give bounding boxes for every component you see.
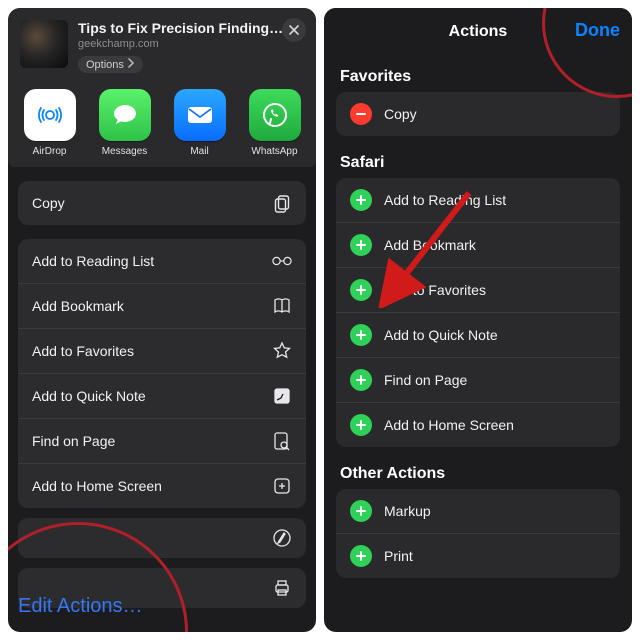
airdrop-icon xyxy=(24,89,76,141)
book-icon xyxy=(272,296,292,316)
add-icon[interactable] xyxy=(350,279,372,301)
safari-group: Add to Reading List Add Bookmark Add to … xyxy=(336,178,620,447)
action-label: Add to Reading List xyxy=(32,253,154,269)
whatsapp-icon xyxy=(249,89,301,141)
add-icon[interactable] xyxy=(350,500,372,522)
remove-icon[interactable] xyxy=(350,103,372,125)
share-apps-row: AirDrop Messages Mail WhatsApp xyxy=(8,81,316,167)
actions-title: Actions xyxy=(449,23,508,41)
share-sheet-panel: Tips to Fix Precision Finding… geekchamp… xyxy=(8,8,316,632)
safari-row-bookmark[interactable]: Add Bookmark xyxy=(336,222,620,267)
action-label: Add to Favorites xyxy=(32,343,134,359)
share-subtitle: geekchamp.com xyxy=(78,38,304,50)
addsquare-icon xyxy=(272,476,292,496)
find-icon xyxy=(272,431,292,451)
add-icon[interactable] xyxy=(350,189,372,211)
chevron-right-icon xyxy=(128,58,135,71)
messages-icon xyxy=(99,89,151,141)
share-action-quick-note[interactable]: Add to Quick Note xyxy=(18,373,306,418)
markup-icon xyxy=(272,528,292,548)
share-title: Tips to Fix Precision Finding… xyxy=(78,20,304,36)
page-thumbnail xyxy=(20,20,68,68)
options-label: Options xyxy=(86,59,124,71)
row-label: Find on Page xyxy=(384,372,467,388)
add-icon[interactable] xyxy=(350,324,372,346)
share-action-reading-list[interactable]: Add to Reading List xyxy=(18,239,306,283)
action-label: Add to Home Screen xyxy=(32,478,162,494)
share-app-label: AirDrop xyxy=(33,146,67,157)
share-app-label: Mail xyxy=(190,146,208,157)
action-label: Copy xyxy=(32,195,65,211)
share-action-find[interactable]: Find on Page xyxy=(18,418,306,463)
action-label: Add Bookmark xyxy=(32,298,124,314)
copy-icon xyxy=(272,193,292,213)
add-icon[interactable] xyxy=(350,545,372,567)
share-action-copy[interactable]: Copy xyxy=(18,181,306,225)
share-markup-group xyxy=(18,518,306,558)
share-app-mail[interactable]: Mail xyxy=(167,89,233,157)
share-action-bookmark[interactable]: Add Bookmark xyxy=(18,283,306,328)
share-app-label: WhatsApp xyxy=(251,146,297,157)
row-label: Add to Home Screen xyxy=(384,417,514,433)
share-app-messages[interactable]: Messages xyxy=(92,89,158,157)
share-actions-group: Add to Reading List Add Bookmark Add to … xyxy=(18,239,306,508)
other-row-markup[interactable]: Markup xyxy=(336,489,620,533)
share-header: Tips to Fix Precision Finding… geekchamp… xyxy=(8,8,316,81)
share-primary-group: Copy xyxy=(18,181,306,225)
row-label: Add Bookmark xyxy=(384,237,476,253)
add-icon[interactable] xyxy=(350,414,372,436)
row-label: Copy xyxy=(384,106,417,122)
add-icon[interactable] xyxy=(350,234,372,256)
row-label: Add to Favorites xyxy=(384,282,486,298)
safari-row-reading-list[interactable]: Add to Reading List xyxy=(336,178,620,222)
share-action-home-screen[interactable]: Add to Home Screen xyxy=(18,463,306,508)
row-label: Print xyxy=(384,548,413,564)
share-action-favorites[interactable]: Add to Favorites xyxy=(18,328,306,373)
other-row-print[interactable]: Print xyxy=(336,533,620,578)
print-icon xyxy=(272,578,292,598)
other-group: Markup Print xyxy=(336,489,620,578)
section-title-favorites: Favorites xyxy=(324,56,632,92)
options-button[interactable]: Options xyxy=(78,56,143,73)
quicknote-icon xyxy=(272,386,292,406)
safari-row-quick-note[interactable]: Add to Quick Note xyxy=(336,312,620,357)
share-app-airdrop[interactable]: AirDrop xyxy=(17,89,83,157)
actions-header: Actions Done xyxy=(324,8,632,56)
safari-row-find[interactable]: Find on Page xyxy=(336,357,620,402)
share-action-markup[interactable] xyxy=(18,518,306,558)
close-button[interactable] xyxy=(282,18,306,42)
actions-editor-panel: Actions Done Favorites Copy Safari Add t… xyxy=(324,8,632,632)
add-icon[interactable] xyxy=(350,369,372,391)
safari-row-favorites[interactable]: Add to Favorites xyxy=(336,267,620,312)
favorites-row-copy[interactable]: Copy xyxy=(336,92,620,136)
mail-icon xyxy=(174,89,226,141)
safari-row-home-screen[interactable]: Add to Home Screen xyxy=(336,402,620,447)
close-icon xyxy=(289,22,299,38)
glasses-icon xyxy=(272,251,292,271)
star-icon xyxy=(272,341,292,361)
favorites-group: Copy xyxy=(336,92,620,136)
done-button[interactable]: Done xyxy=(575,20,620,41)
edit-actions-button[interactable]: Edit Actions… xyxy=(18,595,143,618)
section-title-other: Other Actions xyxy=(324,453,632,489)
section-title-safari: Safari xyxy=(324,142,632,178)
action-label: Add to Quick Note xyxy=(32,388,146,404)
row-label: Markup xyxy=(384,503,431,519)
share-app-whatsapp[interactable]: WhatsApp xyxy=(242,89,308,157)
row-label: Add to Quick Note xyxy=(384,327,498,343)
share-app-label: Messages xyxy=(102,146,148,157)
action-label: Find on Page xyxy=(32,433,115,449)
row-label: Add to Reading List xyxy=(384,192,506,208)
